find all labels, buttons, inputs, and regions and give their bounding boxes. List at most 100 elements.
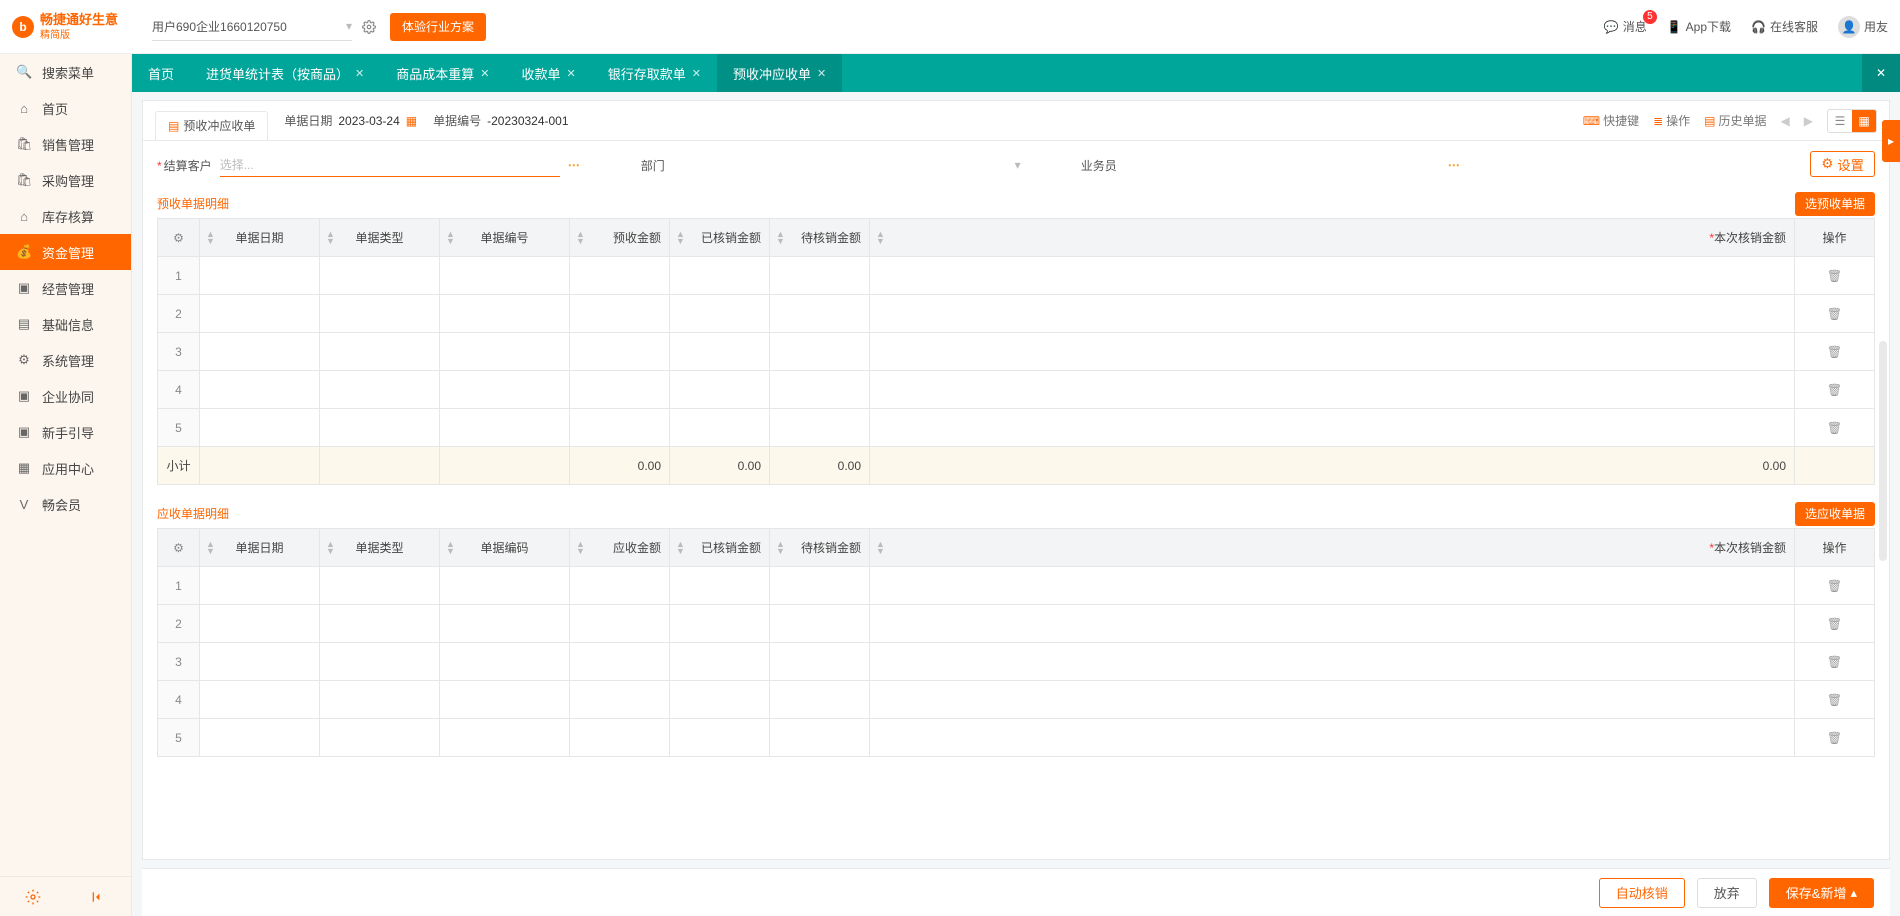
scrollbar-thumb[interactable] (1879, 341, 1887, 561)
sidebar-settings-icon[interactable] (25, 889, 41, 905)
sidebar-item-label: 基础信息 (42, 315, 94, 334)
dept-chevron-down-icon[interactable]: ▾ (1015, 158, 1021, 172)
dept-field: 部门 ▾ (641, 157, 1021, 174)
messages-badge: 5 (1643, 10, 1657, 24)
sidebar-item-12[interactable]: V畅会员 (0, 486, 131, 522)
sidebar-item-6[interactable]: ▣经营管理 (0, 270, 131, 306)
close-icon[interactable]: ✕ (567, 67, 576, 80)
sort-icon[interactable]: ▲▼ (576, 231, 585, 245)
tab-4[interactable]: 银行存取款单✕ (592, 54, 717, 92)
delete-row-icon[interactable]: 🗑 (1827, 269, 1842, 283)
delete-row-icon[interactable]: 🗑 (1827, 383, 1842, 397)
sidebar-item-3[interactable]: 🛍采购管理 (0, 162, 131, 198)
tab-3[interactable]: 收款单✕ (505, 54, 591, 92)
document-tab[interactable]: ▤ 预收冲应收单 (155, 111, 268, 141)
sort-icon[interactable]: ▲▼ (576, 541, 585, 555)
table-row[interactable]: 5🗑 (158, 719, 1875, 757)
sidebar-item-5[interactable]: 💰资金管理 (0, 234, 131, 270)
vip-icon: V (16, 497, 32, 512)
sort-icon[interactable]: ▲▼ (776, 541, 785, 555)
column-settings-icon[interactable]: ⚙ (173, 541, 184, 555)
user-menu[interactable]: 👤 用友 (1838, 16, 1888, 38)
table-row[interactable]: 5🗑 (158, 409, 1875, 447)
messages-link[interactable]: 💬 消息 5 (1604, 18, 1647, 35)
view-compact[interactable]: ☰ (1828, 110, 1852, 132)
delete-row-icon[interactable]: 🗑 (1827, 617, 1842, 631)
sidebar-item-8[interactable]: ⚙系统管理 (0, 342, 131, 378)
sidebar-item-4[interactable]: ⌂库存核算 (0, 198, 131, 234)
form-settings-button[interactable]: ⚙ 设置 (1810, 151, 1875, 177)
sidebar-item-label: 经营管理 (42, 279, 94, 298)
home-icon: ⌂ (16, 101, 32, 116)
delete-row-icon[interactable]: 🗑 (1827, 307, 1842, 321)
delete-row-icon[interactable]: 🗑 (1827, 579, 1842, 593)
sidebar-item-9[interactable]: ▣企业协同 (0, 378, 131, 414)
sort-icon[interactable]: ▲▼ (446, 541, 455, 555)
close-all-tabs[interactable]: ✕ (1862, 54, 1900, 92)
table-row[interactable]: 2🗑 (158, 605, 1875, 643)
tab-1[interactable]: 进货单统计表（按商品）✕ (190, 54, 380, 92)
close-icon[interactable]: ✕ (355, 67, 364, 80)
app-download-link[interactable]: 📱 App下载 (1667, 18, 1731, 35)
delete-row-icon[interactable]: 🗑 (1827, 655, 1842, 669)
customer-picker-icon[interactable]: ⋯ (568, 158, 581, 172)
company-select[interactable]: 用户690企业1660120750 ▾ (152, 13, 352, 41)
section1-title: 预收单据明细 (157, 195, 229, 212)
company-settings-icon[interactable] (362, 20, 376, 34)
tab-0[interactable]: 首页 (132, 54, 190, 92)
close-icon[interactable]: ✕ (480, 67, 489, 80)
table-row[interactable]: 2🗑 (158, 295, 1875, 333)
experience-button[interactable]: 体验行业方案 (390, 13, 486, 41)
operate-link[interactable]: ≣操作 (1653, 112, 1690, 129)
sort-icon[interactable]: ▲▼ (206, 541, 215, 555)
tab-5[interactable]: 预收冲应收单✕ (717, 54, 842, 92)
table-row[interactable]: 1🗑 (158, 567, 1875, 605)
sort-icon[interactable]: ▲▼ (326, 541, 335, 555)
customer-field: *结算客户 ⋯ (157, 153, 581, 177)
sidebar-item-7[interactable]: ▤基础信息 (0, 306, 131, 342)
tab-2[interactable]: 商品成本重算✕ (380, 54, 505, 92)
sidebar-collapse-icon[interactable] (90, 889, 106, 905)
next-record-icon[interactable]: ▶ (1804, 114, 1813, 128)
sidebar-item-0[interactable]: 🔍搜索菜单 (0, 54, 131, 90)
sort-icon[interactable]: ▲▼ (676, 541, 685, 555)
pick-receivable-button[interactable]: 选应收单据 (1795, 502, 1875, 526)
view-detail[interactable]: ▦ (1852, 110, 1876, 132)
calendar-icon[interactable]: ▦ (406, 114, 417, 128)
delete-row-icon[interactable]: 🗑 (1827, 421, 1842, 435)
sort-icon[interactable]: ▲▼ (676, 231, 685, 245)
table-row[interactable]: 3🗑 (158, 333, 1875, 371)
sort-icon[interactable]: ▲▼ (326, 231, 335, 245)
table-row[interactable]: 1🗑 (158, 257, 1875, 295)
prev-record-icon[interactable]: ◀ (1781, 114, 1790, 128)
support-link[interactable]: 🎧 在线客服 (1751, 18, 1818, 35)
sidebar-item-10[interactable]: ▣新手引导 (0, 414, 131, 450)
shortcut-link[interactable]: ⌨快捷键 (1583, 112, 1639, 129)
customer-input[interactable] (220, 153, 560, 177)
auto-writeoff-button[interactable]: 自动核销 (1599, 878, 1685, 908)
delete-row-icon[interactable]: 🗑 (1827, 731, 1842, 745)
sort-icon[interactable]: ▲▼ (776, 231, 785, 245)
table-row[interactable]: 4🗑 (158, 371, 1875, 409)
sales-picker-icon[interactable]: ⋯ (1448, 158, 1461, 172)
side-rail-toggle[interactable]: ▸ (1882, 120, 1900, 162)
delete-row-icon[interactable]: 🗑 (1827, 693, 1842, 707)
delete-row-icon[interactable]: 🗑 (1827, 345, 1842, 359)
discard-button[interactable]: 放弃 (1697, 878, 1757, 908)
table-row[interactable]: 4🗑 (158, 681, 1875, 719)
save-new-button[interactable]: 保存&新增 ▴ (1769, 878, 1874, 908)
sort-icon[interactable]: ▲▼ (206, 231, 215, 245)
headset-icon: 🎧 (1751, 20, 1766, 34)
column-settings-icon[interactable]: ⚙ (173, 231, 184, 245)
sidebar-item-11[interactable]: ▦应用中心 (0, 450, 131, 486)
sort-icon[interactable]: ▲▼ (876, 231, 885, 245)
sidebar-item-2[interactable]: 🛍销售管理 (0, 126, 131, 162)
table-row[interactable]: 3🗑 (158, 643, 1875, 681)
close-icon[interactable]: ✕ (692, 67, 701, 80)
sidebar-item-1[interactable]: ⌂首页 (0, 90, 131, 126)
sort-icon[interactable]: ▲▼ (876, 541, 885, 555)
pick-prepay-button[interactable]: 选预收单据 (1795, 192, 1875, 216)
close-icon[interactable]: ✕ (817, 67, 826, 80)
sort-icon[interactable]: ▲▼ (446, 231, 455, 245)
history-link[interactable]: ▤历史单据 (1704, 112, 1766, 129)
